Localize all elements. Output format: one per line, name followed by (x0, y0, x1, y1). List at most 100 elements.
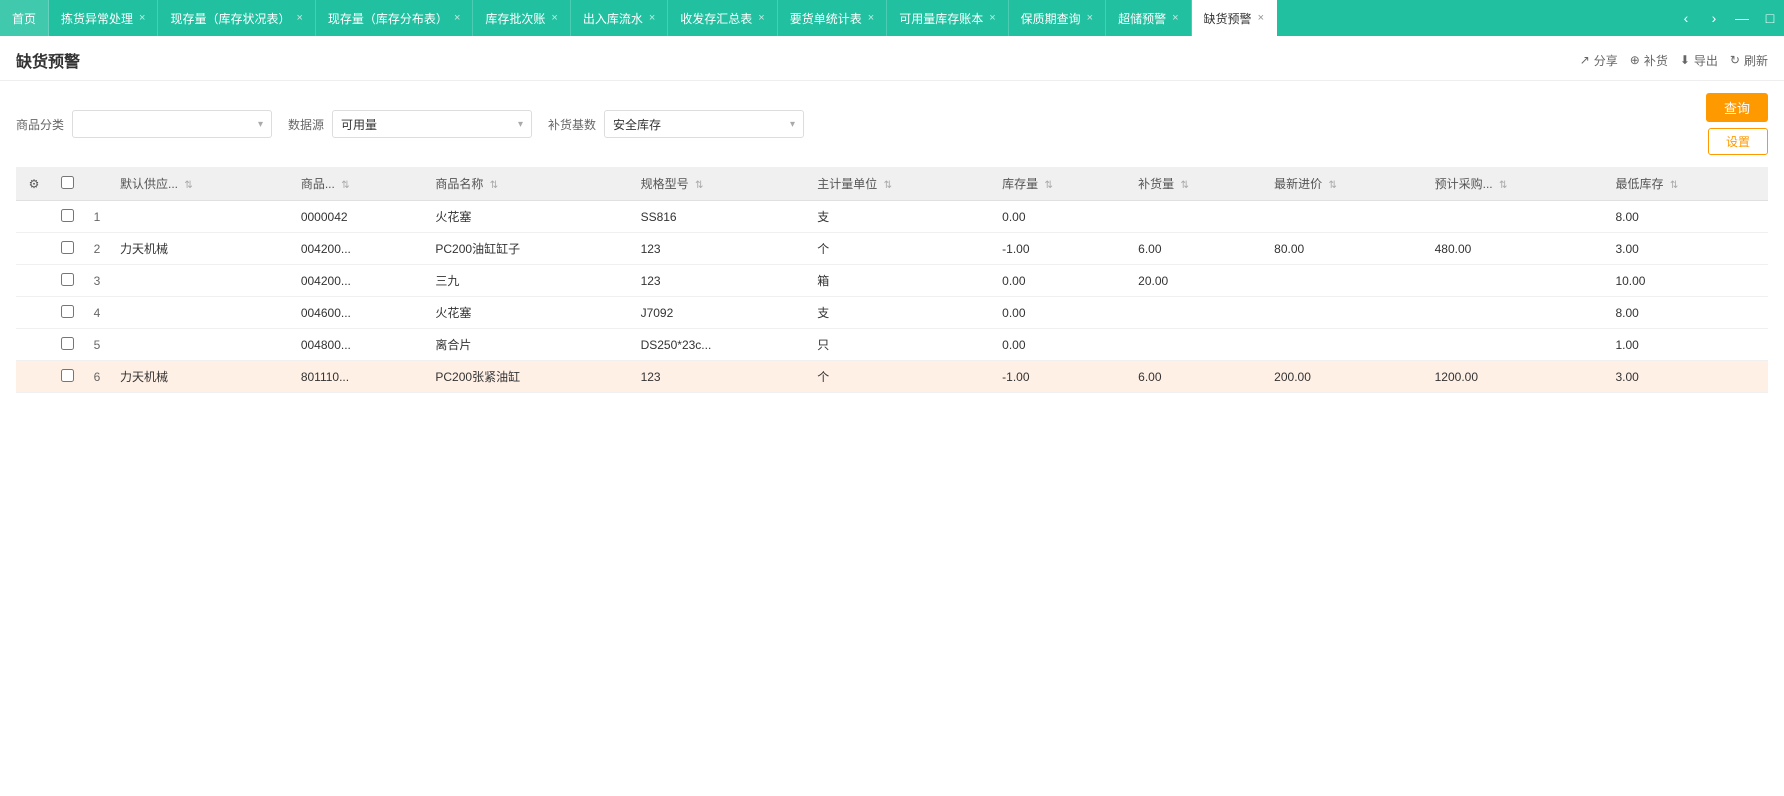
row-supplier-5: 力天机械 (112, 361, 293, 393)
row-checkbox-3[interactable] (61, 305, 74, 318)
row-num-2: 3 (82, 265, 112, 297)
tab-summary-close[interactable]: × (758, 12, 764, 24)
tab-overstock[interactable]: 超储预警 × (1106, 0, 1191, 36)
row-replenish-3 (1130, 297, 1266, 329)
table-row: 2 力天机械 004200... PC200油缸缸子 123 个 -1.00 6… (16, 233, 1768, 265)
table-body: 1 0000042 火花塞 SS816 支 0.00 8.00 2 力天机械 0… (16, 201, 1768, 393)
tab-picking-close[interactable]: × (139, 12, 145, 24)
row-checkbox-1[interactable] (61, 241, 74, 254)
row-min-stock-0: 8.00 (1607, 201, 1768, 233)
share-button[interactable]: ↗ 分享 (1580, 52, 1618, 69)
col-latest-price[interactable]: 最新进价 ⇅ (1266, 167, 1426, 201)
table-row: 3 004200... 三九 123 箱 0.00 20.00 10.00 (16, 265, 1768, 297)
col-unit[interactable]: 主计量单位 ⇅ (809, 167, 994, 201)
row-supplier-0 (112, 201, 293, 233)
col-product-name[interactable]: 商品名称 ⇅ (427, 167, 632, 201)
col-product-name-sort: ⇅ (490, 180, 498, 191)
col-product-code[interactable]: 商品... ⇅ (293, 167, 428, 201)
tab-available-close[interactable]: × (989, 12, 995, 24)
tab-available[interactable]: 可用量库存账本 × (887, 0, 1008, 36)
tab-flow-close[interactable]: × (649, 12, 655, 24)
row-checkbox-cell-0 (52, 201, 82, 233)
row-est-purchase-3 (1427, 297, 1608, 329)
row-checkbox-5[interactable] (61, 369, 74, 382)
row-checkbox-2[interactable] (61, 273, 74, 286)
select-all-checkbox[interactable] (61, 176, 74, 189)
tab-batch-label: 库存批次账 (485, 10, 545, 27)
export-icon: ⬇ (1680, 53, 1690, 67)
row-stock-0: 0.00 (994, 201, 1130, 233)
tab-available-label: 可用量库存账本 (899, 10, 983, 27)
datasource-select[interactable]: 可用量 ▾ (332, 110, 532, 138)
gear-icon[interactable]: ⚙ (29, 177, 40, 191)
row-price-2 (1266, 265, 1426, 297)
replenish-button[interactable]: ⊕ 补货 (1630, 52, 1668, 69)
row-replenish-0 (1130, 201, 1266, 233)
tab-flow[interactable]: 出入库流水 × (571, 0, 668, 36)
tab-summary[interactable]: 收发存汇总表 × (668, 0, 777, 36)
tab-order-stat-close[interactable]: × (868, 12, 874, 24)
row-unit-3: 支 (809, 297, 994, 329)
row-num-1: 2 (82, 233, 112, 265)
tab-stock-status[interactable]: 现存量（库存状况表） × (158, 0, 315, 36)
col-min-stock[interactable]: 最低库存 ⇅ (1607, 167, 1768, 201)
row-min-stock-4: 1.00 (1607, 329, 1768, 361)
settings-button[interactable]: 设置 (1708, 128, 1768, 155)
header-actions: ↗ 分享 ⊕ 补货 ⬇ 导出 ↻ 刷新 (1580, 52, 1768, 69)
row-name-4: 离合片 (427, 329, 632, 361)
refresh-button[interactable]: ↻ 刷新 (1730, 52, 1768, 69)
tab-stock-dist-close[interactable]: × (454, 12, 460, 24)
datasource-filter-label: 数据源 (288, 116, 324, 133)
tab-expiry-close[interactable]: × (1087, 12, 1093, 24)
window-restore[interactable]: □ (1756, 0, 1784, 36)
tab-stock-status-close[interactable]: × (296, 12, 302, 24)
tab-nav-left[interactable]: ‹ (1672, 0, 1700, 36)
query-button[interactable]: 查询 (1706, 93, 1768, 122)
col-latest-price-label: 最新进价 (1274, 177, 1322, 191)
col-product-code-label: 商品... (301, 177, 335, 191)
tab-home[interactable]: 首页 (0, 0, 49, 36)
row-checkbox-4[interactable] (61, 337, 74, 350)
col-stock-label: 库存量 (1002, 177, 1038, 191)
col-replenish-qty-sort: ⇅ (1181, 180, 1189, 191)
replenish-base-select[interactable]: 安全库存 ▾ (604, 110, 804, 138)
tab-order-stat[interactable]: 要货单统计表 × (778, 0, 887, 36)
col-est-purchase[interactable]: 预计采购... ⇅ (1427, 167, 1608, 201)
tab-shortage-close[interactable]: × (1258, 12, 1264, 24)
col-default-supplier[interactable]: 默认供应... ⇅ (112, 167, 293, 201)
page-header: 缺货预警 ↗ 分享 ⊕ 补货 ⬇ 导出 ↻ 刷新 (0, 36, 1784, 81)
replenish-base-value: 安全库存 (613, 116, 661, 133)
main-content: 缺货预警 ↗ 分享 ⊕ 补货 ⬇ 导出 ↻ 刷新 商品分类 (0, 36, 1784, 796)
tab-batch-close[interactable]: × (551, 12, 557, 24)
tab-picking[interactable]: 拣货异常处理 × (49, 0, 158, 36)
row-code-4: 004800... (293, 329, 428, 361)
col-min-stock-sort: ⇅ (1670, 180, 1678, 191)
row-checkbox-cell-4 (52, 329, 82, 361)
row-stock-2: 0.00 (994, 265, 1130, 297)
row-min-stock-3: 8.00 (1607, 297, 1768, 329)
row-code-2: 004200... (293, 265, 428, 297)
tab-shortage[interactable]: 缺货预警 × (1192, 0, 1277, 36)
tab-overstock-close[interactable]: × (1172, 12, 1178, 24)
col-replenish-qty-label: 补货量 (1138, 177, 1174, 191)
col-replenish-qty[interactable]: 补货量 ⇅ (1130, 167, 1266, 201)
tab-home-label: 首页 (12, 10, 36, 27)
window-minimize[interactable]: — (1728, 0, 1756, 36)
category-select[interactable]: ▾ (72, 110, 272, 138)
row-spec-5: 123 (633, 361, 810, 393)
row-replenish-2: 20.00 (1130, 265, 1266, 297)
row-checkbox-0[interactable] (61, 209, 74, 222)
tab-batch[interactable]: 库存批次账 × (473, 0, 570, 36)
row-checkbox-cell-5 (52, 361, 82, 393)
tab-expiry[interactable]: 保质期查询 × (1009, 0, 1106, 36)
col-stock[interactable]: 库存量 ⇅ (994, 167, 1130, 201)
tab-nav-right[interactable]: › (1700, 0, 1728, 36)
export-label: 导出 (1694, 52, 1718, 69)
col-spec[interactable]: 规格型号 ⇅ (633, 167, 810, 201)
row-spec-1: 123 (633, 233, 810, 265)
row-min-stock-2: 10.00 (1607, 265, 1768, 297)
filter-bar: 商品分类 ▾ 数据源 可用量 ▾ 补货基数 安全库存 ▾ 查询 设置 (0, 81, 1784, 167)
row-stock-1: -1.00 (994, 233, 1130, 265)
export-button[interactable]: ⬇ 导出 (1680, 52, 1718, 69)
tab-stock-dist[interactable]: 现存量（库存分布表） × (316, 0, 473, 36)
